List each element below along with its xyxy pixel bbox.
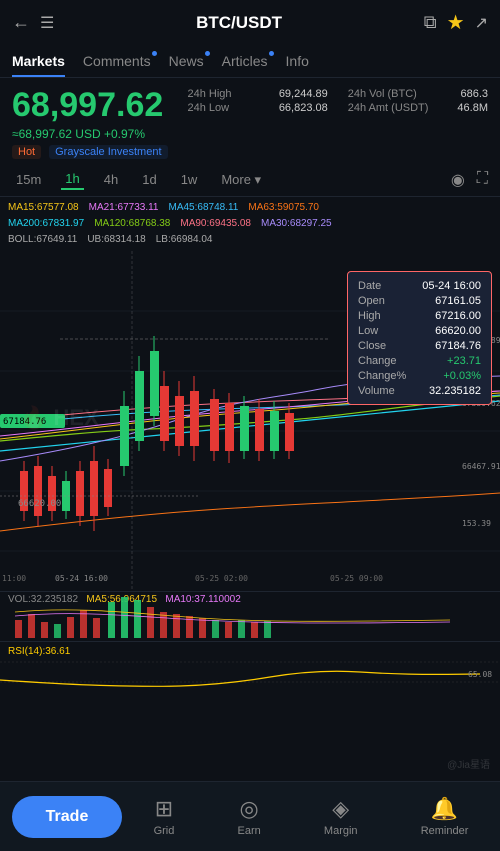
- ub-label: UB:68314.18: [87, 232, 145, 248]
- page-title: BTC/USDT: [64, 13, 413, 33]
- tab-comments[interactable]: Comments: [83, 49, 151, 73]
- tooltip-volume: Volume 32.235182: [358, 383, 481, 398]
- ma120-label: MA120:68768.38: [94, 216, 170, 232]
- lb-label: LB:66984.04: [156, 232, 213, 248]
- ma21-label: MA21:67733.11: [89, 200, 159, 216]
- tf-1h[interactable]: 1h: [61, 169, 83, 190]
- bottom-nav: Trade ⊞ Grid ◎ Earn ◈ Margin 🔔 Reminder: [0, 781, 500, 851]
- tf-4h[interactable]: 4h: [100, 170, 122, 189]
- tf-15m[interactable]: 15m: [12, 170, 45, 189]
- earn-icon: ◎: [240, 796, 259, 822]
- volume-chart: [0, 592, 500, 642]
- tooltip-close: Close 67184.76: [358, 338, 481, 353]
- tab-articles[interactable]: Articles: [222, 49, 268, 73]
- boll-label: BOLL:67649.11: [8, 232, 77, 248]
- ma45-label: MA45:68748.11: [169, 200, 239, 216]
- hex-logo: 🔥 HEX: [20, 405, 99, 431]
- back-icon[interactable]: ←: [12, 12, 30, 33]
- grayscale-tag: Grayscale Investment: [49, 145, 167, 159]
- comments-dot: [152, 51, 157, 56]
- nav-grid[interactable]: ⊞ Grid: [154, 796, 175, 837]
- ma15-label: MA15:67577.08: [8, 200, 79, 216]
- svg-text:66467.91: 66467.91: [462, 462, 500, 471]
- price-sub: ≈68,997.62 USD +0.97%: [12, 127, 168, 141]
- timeframe-bar: 15m 1h 4h 1d 1w More ▾ ◉ ⛶: [0, 163, 500, 197]
- chart-tooltip: Date 05-24 16:00 Open 67161.05 High 6721…: [347, 271, 492, 405]
- tf-more[interactable]: More ▾: [217, 170, 265, 190]
- 24h-low-row: 24h Low 66,823.08: [188, 102, 328, 114]
- ma-labels: MA15:67577.08 MA21:67733.11 MA45:68748.1…: [0, 197, 500, 251]
- star-icon[interactable]: ★: [447, 10, 465, 35]
- nav-items: ⊞ Grid ◎ Earn ◈ Margin 🔔 Reminder: [122, 796, 500, 837]
- svg-text:65.08: 65.08: [468, 670, 492, 679]
- tooltip-change: Change +23.71: [358, 353, 481, 368]
- watermark: @Jia星语: [447, 756, 490, 771]
- svg-text:66620.00: 66620.00: [18, 499, 61, 509]
- svg-text:153.39: 153.39: [462, 519, 491, 528]
- articles-dot: [269, 51, 274, 56]
- tooltip-low: Low 66620.00: [358, 323, 481, 338]
- volume-section: VOL:32.235182 MA5:56.964715 MA10:37.1100…: [0, 591, 500, 641]
- tf-1w[interactable]: 1w: [177, 170, 202, 189]
- svg-text:05-24 16:00: 05-24 16:00: [55, 574, 108, 583]
- tab-markets[interactable]: Markets: [12, 49, 65, 73]
- ma200-label: MA200:67831.97: [8, 216, 84, 232]
- 24h-vol-row: 24h Vol (BTC) 686.3: [348, 88, 488, 100]
- svg-text:11:00: 11:00: [2, 574, 26, 583]
- tooltip-high: High 67216.00: [358, 308, 481, 323]
- hot-tag: Hot: [12, 145, 41, 159]
- fullscreen-icon[interactable]: ⛶: [477, 170, 488, 190]
- 24h-amt-row: 24h Amt (USDT) 46.8M: [348, 102, 488, 114]
- margin-icon: ◈: [332, 796, 349, 822]
- ma63-label: MA63:59075.70: [248, 200, 319, 216]
- tab-news[interactable]: News: [169, 49, 204, 73]
- rsi-section: RSI(14):36.61 65.08: [0, 641, 500, 701]
- tooltip-changepct: Change% +0.03%: [358, 368, 481, 383]
- trade-button[interactable]: Trade: [12, 796, 122, 838]
- tooltip-open: Open 67161.05: [358, 293, 481, 308]
- reminder-icon: 🔔: [431, 796, 458, 822]
- tooltip-date: Date 05-24 16:00: [358, 278, 481, 293]
- rsi-chart: 65.08: [0, 642, 500, 702]
- menu-icon[interactable]: ☰: [40, 13, 54, 33]
- tf-1d[interactable]: 1d: [138, 170, 160, 189]
- svg-text:05-25 09:00: 05-25 09:00: [330, 574, 383, 583]
- share-icon[interactable]: ↗: [475, 13, 488, 33]
- top-bar: ← ☰ BTC/USDT ⧉ ★ ↗: [0, 0, 500, 45]
- ma90-label: MA90:69435.08: [180, 216, 251, 232]
- price-main: 68,997.62: [12, 86, 168, 125]
- chart-type-icon[interactable]: ◉: [451, 170, 465, 190]
- nav-margin[interactable]: ◈ Margin: [324, 796, 358, 837]
- chart-area[interactable]: 67184.76 66620.00 11:00 05-24 16:00 05-2…: [0, 251, 500, 591]
- grid-icon: ⊞: [155, 796, 173, 822]
- nav-earn[interactable]: ◎ Earn: [238, 796, 261, 837]
- news-dot: [205, 51, 210, 56]
- ma30-label: MA30:68297.25: [261, 216, 332, 232]
- svg-text:05-25 02:00: 05-25 02:00: [195, 574, 248, 583]
- tab-bar: Markets Comments News Articles Info: [0, 45, 500, 78]
- copy-icon[interactable]: ⧉: [424, 12, 437, 33]
- tab-info[interactable]: Info: [286, 49, 309, 73]
- nav-reminder[interactable]: 🔔 Reminder: [421, 796, 469, 837]
- 24h-high-row: 24h High 69,244.89: [188, 88, 328, 100]
- price-section: 68,997.62 ≈68,997.62 USD +0.97% Hot Gray…: [0, 78, 500, 163]
